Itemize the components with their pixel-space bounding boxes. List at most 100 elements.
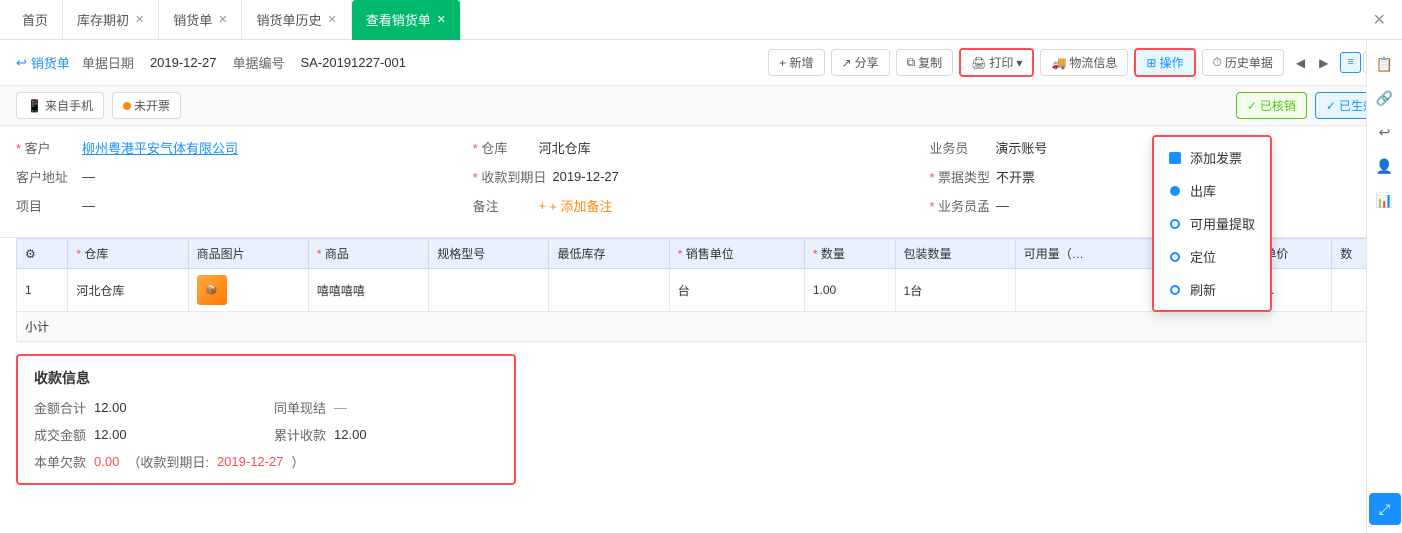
mobile-icon: 📱: [27, 99, 42, 113]
available-qty-item[interactable]: 可用量提取: [1154, 207, 1270, 240]
col-quantity: * 数量: [804, 239, 895, 269]
sidebar-icon-1[interactable]: 📋: [1369, 48, 1401, 80]
same-order-settle-item: 同单现结 —: [274, 398, 498, 417]
tab-inventory-init[interactable]: 库存期初 ✕: [63, 0, 159, 40]
doc-number-value: SA-20191227-001: [300, 55, 406, 70]
customer-field: 客户 柳州粤港平安气体有限公司: [16, 138, 473, 157]
locate-item[interactable]: 定位: [1154, 240, 1270, 273]
confirmed-button[interactable]: ✓ 已核销: [1236, 92, 1307, 119]
row-quantity: 1.00: [804, 269, 895, 312]
sidebar-icon-2[interactable]: 🔗: [1369, 82, 1401, 114]
nav-arrows: ◀ ▶: [1290, 54, 1334, 72]
history-icon: ⏱: [1213, 55, 1222, 70]
expand-icon[interactable]: ⤢: [1369, 493, 1401, 525]
subtotal-label: 小计: [17, 312, 1386, 342]
grid-icon: ⊞: [1146, 56, 1156, 70]
doc-date-value: 2019-12-27: [150, 55, 217, 70]
not-open-dot: [123, 102, 131, 110]
row-available: [1015, 269, 1157, 312]
payment-date-value: 2019-12-27: [552, 169, 619, 184]
ticket-type-label: 票据类型: [929, 167, 990, 186]
transaction-amount-item: 成交金额 12.00: [34, 425, 258, 444]
doc-actions: + 新增 ↗ 分享 ⧉ 复制 🖨 打印 ▾ 🚚 物流信息 ⊞ 操作: [768, 48, 1386, 77]
warehouse-label: 仓库: [473, 138, 533, 157]
operation-button[interactable]: ⊞ 操作: [1134, 48, 1195, 77]
salesperson-value: —: [996, 198, 1009, 213]
row-product-img: 📦: [188, 269, 308, 312]
refresh-item[interactable]: 刷新: [1154, 273, 1270, 306]
warehouse-value: 河北仓库: [539, 138, 591, 157]
effective-icon: ✓: [1326, 99, 1336, 113]
sales-order-icon: ↩: [16, 55, 27, 71]
staff-label: 业务员: [929, 138, 989, 157]
window-close-button[interactable]: ✕: [1365, 10, 1394, 30]
outbound-icon: [1168, 184, 1182, 198]
doc-header: ↩ 销货单 单据日期 2019-12-27 单据编号 SA-20191227-0…: [0, 40, 1402, 86]
cumulative-collection-item: 累计收款 12.00: [274, 425, 498, 444]
tab-close-history[interactable]: ✕: [328, 13, 337, 26]
locate-icon: [1168, 250, 1182, 264]
doc-title-area: ↩ 销货单 单据日期 2019-12-27 单据编号 SA-20191227-0…: [16, 53, 768, 72]
logistics-button[interactable]: 🚚 物流信息: [1040, 49, 1128, 76]
tab-close-sales[interactable]: ✕: [218, 13, 227, 26]
col-sales-unit: * 销售单位: [669, 239, 804, 269]
row-min-stock: [549, 269, 669, 312]
invoice-icon: [1168, 151, 1182, 165]
address-field: 客户地址 —: [16, 167, 473, 186]
tab-sales-history[interactable]: 销货单历史 ✕: [242, 0, 351, 40]
new-button[interactable]: + 新增: [768, 49, 824, 76]
share-button[interactable]: ↗ 分享: [831, 49, 890, 76]
col-min-stock: 最低库存: [549, 239, 669, 269]
operation-dropdown: 添加发票 出库 可用量提取 定位 刷新: [1152, 135, 1272, 312]
project-field: 项目 —: [16, 196, 473, 215]
tab-view-sales[interactable]: 查看销货单 ✕: [352, 0, 461, 40]
remark-field: 备注 + + 添加备注: [473, 196, 930, 215]
print-button[interactable]: 🖨 打印 ▾: [959, 48, 1034, 77]
total-amount-item: 金额合计 12.00: [34, 398, 258, 417]
tab-close-view[interactable]: ✕: [437, 13, 446, 26]
from-mobile-button[interactable]: 📱 来自手机: [16, 92, 104, 119]
available-icon: [1168, 217, 1182, 231]
ticket-type-value: 不开票: [996, 167, 1035, 186]
payment-date-field: 收款到期日 2019-12-27: [473, 167, 930, 186]
tab-close-inventory[interactable]: ✕: [135, 13, 144, 26]
truck-icon: 🚚: [1051, 56, 1066, 70]
doc-icon: ↩ 销货单: [16, 53, 70, 72]
project-label: 项目: [16, 196, 76, 215]
col-package-qty: 包装数量: [895, 239, 1015, 269]
col-warehouse: * 仓库: [68, 239, 188, 269]
customer-value[interactable]: 柳州粤港平安气体有限公司: [82, 138, 238, 157]
payment-date-label: 收款到期日: [473, 167, 547, 186]
project-value: —: [82, 198, 95, 213]
prev-record-button[interactable]: ◀: [1290, 54, 1311, 72]
staff-value: 演示账号: [995, 138, 1047, 157]
history-button[interactable]: ⏱ 历史单据: [1202, 49, 1284, 76]
row-package-qty: 1台: [895, 269, 1015, 312]
doc-meta: 单据日期 2019-12-27 单据编号 SA-20191227-001: [82, 53, 406, 72]
tab-home[interactable]: 首页: [8, 0, 63, 40]
col-settings[interactable]: ⚙: [17, 239, 68, 269]
copy-button[interactable]: ⧉ 复制: [896, 49, 954, 76]
outbound-item[interactable]: 出库: [1154, 174, 1270, 207]
customer-label: 客户: [16, 138, 76, 157]
tab-sales-order[interactable]: 销货单 ✕: [159, 0, 242, 40]
sidebar-icon-3[interactable]: ↩: [1369, 116, 1401, 148]
print-dropdown-arrow[interactable]: ▾: [1016, 56, 1022, 70]
warehouse-field: 仓库 河北仓库: [473, 138, 930, 157]
plus-icon: +: [539, 198, 547, 213]
toolbar-row: 📱 来自手机 未开票 ✓ 已核销 ✓ 已生效: [0, 86, 1402, 126]
payment-info-box: 收款信息 金额合计 12.00 同单现结 — 成交金额 12.00 累计收款 1…: [16, 354, 516, 485]
address-value: —: [82, 169, 95, 184]
print-icon: 🖨: [971, 56, 986, 70]
list-view-button[interactable]: ≡: [1340, 52, 1360, 73]
next-record-button[interactable]: ▶: [1313, 54, 1334, 72]
add-remark-button[interactable]: + + 添加备注: [539, 196, 613, 215]
tab-bar: 首页 库存期初 ✕ 销货单 ✕ 销货单历史 ✕ 查看销货单 ✕ ✕: [0, 0, 1402, 40]
sidebar-icon-4[interactable]: 👤: [1369, 150, 1401, 182]
row-index: 1: [17, 269, 68, 312]
check-icon: ✓: [1247, 99, 1257, 113]
right-sidebar: 📋 🔗 ↩ 👤 📊 ⤢: [1366, 40, 1402, 533]
add-invoice-item[interactable]: 添加发票: [1154, 141, 1270, 174]
not-open-ticket-button[interactable]: 未开票: [112, 92, 181, 119]
sidebar-icon-5[interactable]: 📊: [1369, 184, 1401, 216]
